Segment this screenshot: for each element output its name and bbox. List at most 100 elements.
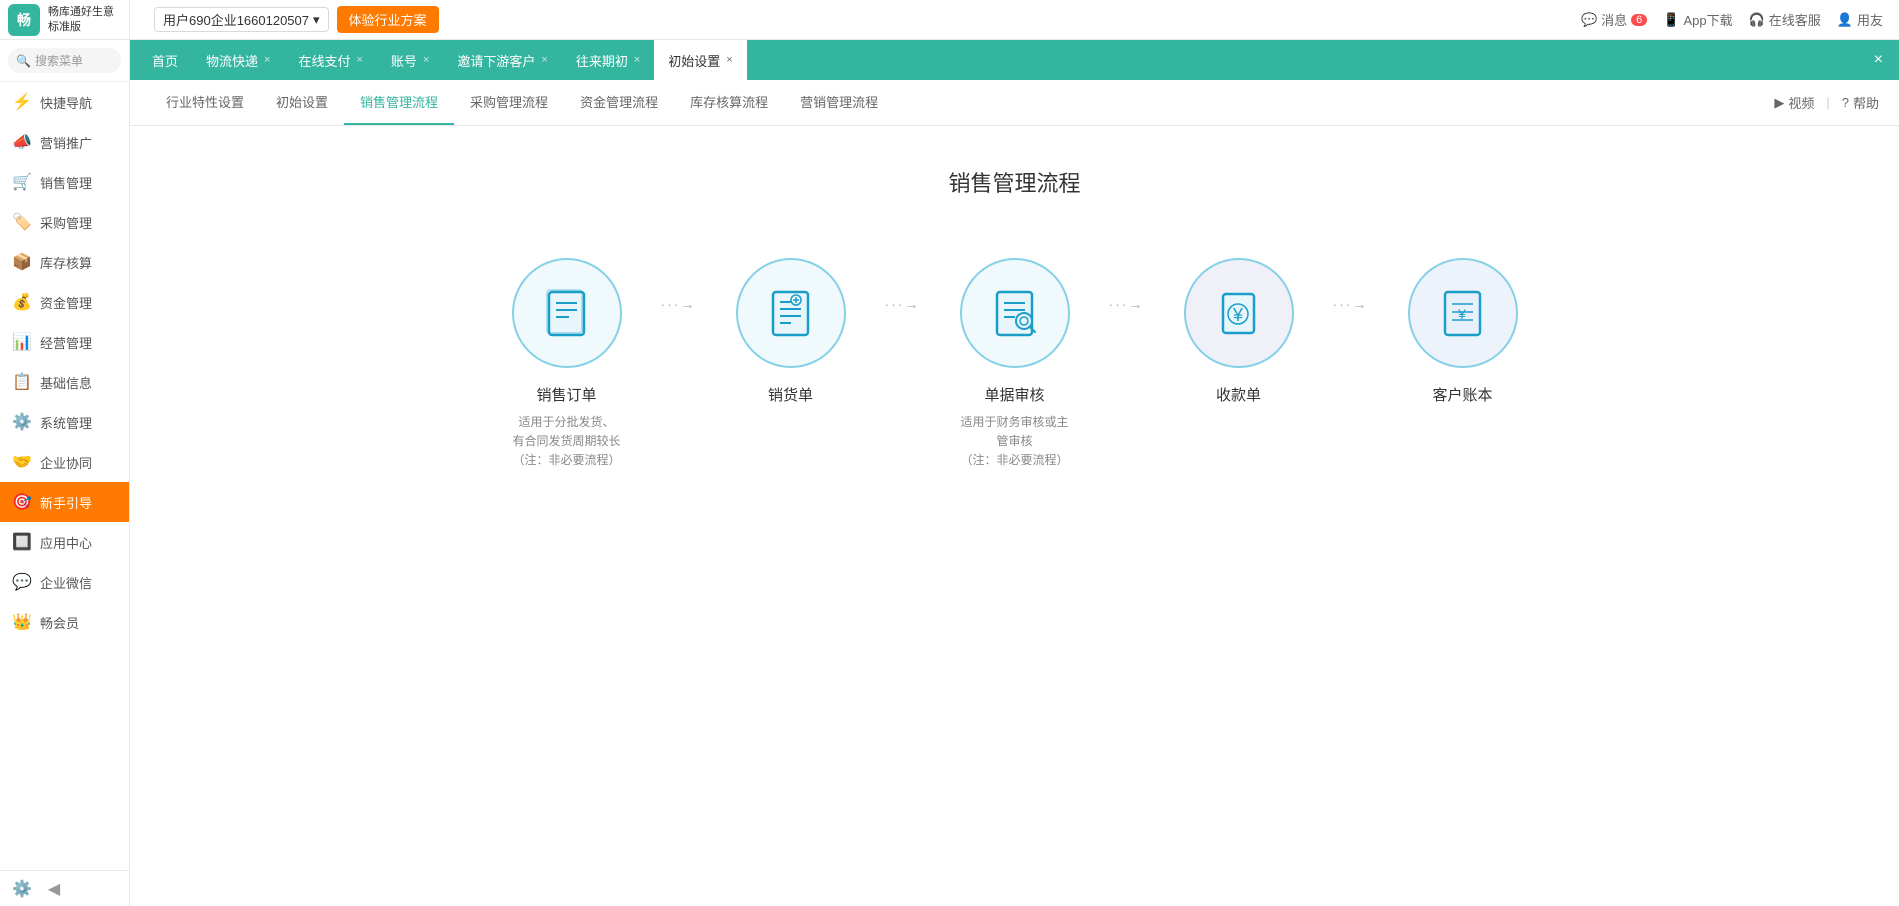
sidebar-logo: 畅 畅库通好生意 标准版 [0, 0, 129, 40]
sidebar-item-marketing[interactable]: 📣 营销推广 [0, 122, 129, 162]
collapse-icon[interactable]: ◀ [48, 879, 60, 899]
flow-container: 销售管理流程 销售订单 适用于分批发货、有合同发货周期较长（注：非必要流程） [130, 126, 1899, 511]
step-circle-4: ¥ [1184, 258, 1294, 368]
close-icon[interactable]: × [726, 54, 732, 66]
nav-tab-period[interactable]: 往来期初 × [562, 40, 654, 80]
nav-tab-home-label: 首页 [152, 51, 178, 70]
step-label-3: 单据审核 [984, 384, 1044, 405]
user-selector-label: 用户690企业1660120507 [163, 10, 309, 29]
nav-tab-account[interactable]: 账号 × [377, 40, 443, 80]
nav-tab-invite[interactable]: 邀请下游客户 × [443, 40, 561, 80]
flow-steps: 销售订单 适用于分批发货、有合同发货周期较长（注：非必要流程） ···→ [190, 258, 1839, 471]
sub-tab-marketing-flow[interactable]: 营销管理流程 [784, 80, 894, 125]
step-desc-3: 适用于财务审核或主管审核（注：非必要流程） [960, 413, 1068, 471]
step-circle-2 [736, 258, 846, 368]
guide-icon: 🎯 [12, 492, 32, 512]
close-icon[interactable]: × [541, 54, 547, 66]
video-icon: ▶ [1774, 95, 1784, 111]
sub-tab-initial[interactable]: 初始设置 [260, 80, 344, 125]
top-bar-right: 💬 消息 6 📱 App下载 🎧 在线客服 👤 用友 [1581, 10, 1883, 29]
app-download-label: App下载 [1683, 10, 1732, 29]
sidebar-bottom: ⚙️ ◀ [0, 870, 129, 906]
flow-title: 销售管理流程 [948, 166, 1080, 198]
close-icon[interactable]: × [423, 54, 429, 66]
quick-nav-icon: ⚡ [12, 92, 32, 112]
search-menu-label: 搜索菜单 [35, 52, 83, 69]
step-label-4: 收款单 [1216, 384, 1261, 405]
sidebar-item-label: 采购管理 [40, 213, 92, 232]
sub-tab-finance-flow[interactable]: 资金管理流程 [564, 80, 674, 125]
sidebar-item-system[interactable]: ⚙️ 系统管理 [0, 402, 129, 442]
nav-tab-home[interactable]: 首页 [138, 40, 192, 80]
message-icon: 💬 [1581, 12, 1597, 28]
sidebar-item-label: 库存核算 [40, 253, 92, 272]
flow-arrow-4: ···→ [1333, 258, 1369, 312]
logo-icon: 畅 [8, 4, 40, 36]
nav-tab-period-label: 往来期初 [576, 51, 628, 70]
search-icon: 🔍 [16, 54, 31, 68]
nav-tab-payment[interactable]: 在线支付 × [284, 40, 376, 80]
app-center-icon: 🔲 [12, 532, 32, 552]
nav-tab-account-label: 账号 [391, 51, 417, 70]
sidebar-item-quick-nav[interactable]: ⚡ 快捷导航 [0, 82, 129, 122]
nav-tab-logistics-label: 物流快递 [206, 51, 258, 70]
nav-bar-close[interactable]: × [1866, 51, 1891, 69]
sidebar-item-purchase[interactable]: 🏷️ 采购管理 [0, 202, 129, 242]
flow-step-sales-order: 销售订单 适用于分批发货、有合同发货周期较长（注：非必要流程） [477, 258, 657, 471]
sidebar-search-area: 🔍 搜索菜单 [0, 40, 129, 82]
sidebar-item-finance[interactable]: 💰 资金管理 [0, 282, 129, 322]
sidebar-item-label: 经营管理 [40, 333, 92, 352]
username-label: 用友 [1857, 10, 1883, 29]
sidebar-item-label: 销售管理 [40, 173, 92, 192]
sidebar-item-collab[interactable]: 🤝 企业协同 [0, 442, 129, 482]
sidebar-item-label: 新手引导 [40, 493, 92, 512]
sub-tab-purchase-flow[interactable]: 采购管理流程 [454, 80, 564, 125]
sub-tab-inventory-flow[interactable]: 库存核算流程 [674, 80, 784, 125]
download-icon: 📱 [1663, 12, 1679, 28]
sidebar-item-inventory[interactable]: 📦 库存核算 [0, 242, 129, 282]
step-label-2: 销货单 [768, 384, 813, 405]
nav-tab-init[interactable]: 初始设置 × [654, 40, 746, 80]
trial-button[interactable]: 体验行业方案 [337, 6, 439, 33]
flow-step-delivery: 销货单 [701, 258, 881, 413]
sidebar-item-operations[interactable]: 📊 经营管理 [0, 322, 129, 362]
sidebar-item-vip[interactable]: 👑 畅会员 [0, 602, 129, 642]
sidebar-item-label: 企业微信 [40, 573, 92, 592]
step-label-1: 销售订单 [536, 384, 596, 405]
logo-text-line1: 畅库通好生意 [48, 5, 114, 19]
sidebar-item-label: 应用中心 [40, 533, 92, 552]
message-icon-item[interactable]: 💬 消息 6 [1581, 10, 1647, 29]
avatar: 👤 [1837, 12, 1853, 28]
ledger-icon: ¥ [1435, 286, 1490, 341]
search-menu[interactable]: 🔍 搜索菜单 [8, 48, 121, 73]
sales-icon: 🛒 [12, 172, 32, 192]
sub-tab-industry[interactable]: 行业特性设置 [150, 80, 260, 125]
sidebar-item-app-center[interactable]: 🔲 应用中心 [0, 522, 129, 562]
vip-icon: 👑 [12, 612, 32, 632]
help-link[interactable]: ? 帮助 [1842, 93, 1879, 112]
sidebar-menu: ⚡ 快捷导航 📣 营销推广 🛒 销售管理 🏷️ 采购管理 📦 库存核算 💰 资金… [0, 82, 129, 870]
purchase-icon: 🏷️ [12, 212, 32, 232]
video-link[interactable]: ▶ 视频 [1774, 93, 1814, 112]
collab-icon: 🤝 [12, 452, 32, 472]
app-download-item[interactable]: 📱 App下载 [1663, 10, 1732, 29]
sidebar-item-sales[interactable]: 🛒 销售管理 [0, 162, 129, 202]
sub-tab-sales-flow[interactable]: 销售管理流程 [344, 80, 454, 125]
nav-tab-logistics[interactable]: 物流快递 × [192, 40, 284, 80]
close-icon[interactable]: × [634, 54, 640, 66]
close-icon[interactable]: × [264, 54, 270, 66]
sidebar-item-wechat[interactable]: 💬 企业微信 [0, 562, 129, 602]
receipt-icon: ¥ [1211, 286, 1266, 341]
user-avatar-item[interactable]: 👤 用友 [1837, 10, 1883, 29]
customer-service-item[interactable]: 🎧 在线客服 [1749, 10, 1821, 29]
review-icon [987, 286, 1042, 341]
settings-bottom-icon[interactable]: ⚙️ [12, 879, 32, 899]
sidebar-item-label: 资金管理 [40, 293, 92, 312]
user-selector[interactable]: 用户690企业1660120507 ▾ [154, 7, 329, 32]
close-icon[interactable]: × [356, 54, 362, 66]
finance-icon: 💰 [12, 292, 32, 312]
nav-tab-init-label: 初始设置 [668, 51, 720, 70]
sidebar-item-basic-info[interactable]: 📋 基础信息 [0, 362, 129, 402]
sidebar-item-guide[interactable]: 🎯 新手引导 [0, 482, 129, 522]
sub-tab-actions: ▶ 视频 | ? 帮助 [1774, 93, 1879, 112]
